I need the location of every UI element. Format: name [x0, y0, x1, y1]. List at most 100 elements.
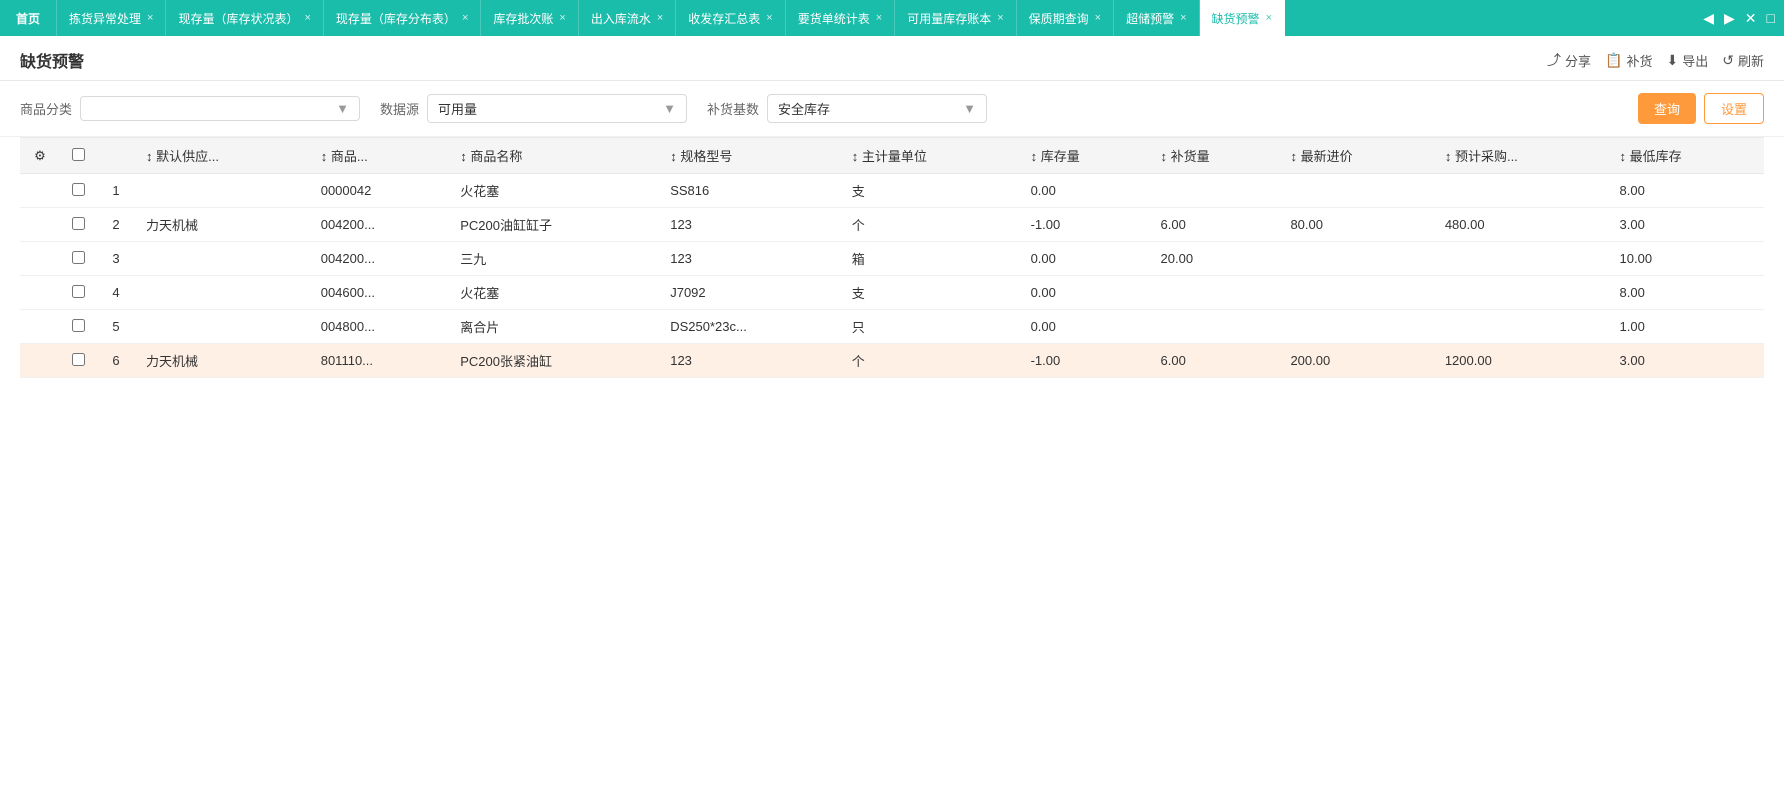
- share-button[interactable]: ⤴ 分享: [1547, 50, 1591, 70]
- row-min-stock: 8.00: [1610, 276, 1764, 310]
- row-est-purchase: [1435, 276, 1610, 310]
- col-stock-qty[interactable]: ↕ 库存量: [1021, 138, 1151, 174]
- col-product-code[interactable]: ↕ 商品...: [311, 138, 450, 174]
- row-supplier: [136, 174, 311, 208]
- select-all-checkbox[interactable]: [72, 148, 85, 161]
- tab-close-icon[interactable]: ×: [997, 12, 1003, 24]
- row-checkbox-cell[interactable]: [60, 174, 96, 208]
- tab-close-icon[interactable]: ×: [147, 12, 153, 24]
- tab-close-icon[interactable]: ×: [657, 12, 663, 24]
- page-title: 缺货预警: [20, 48, 84, 72]
- restock-base-select[interactable]: 安全库存 ▼: [767, 94, 987, 123]
- tab-close-icon[interactable]: ×: [304, 12, 310, 24]
- category-label: 商品分类: [20, 99, 72, 118]
- row-product-code: 0000042: [311, 174, 450, 208]
- row-stock-qty: -1.00: [1021, 208, 1151, 242]
- query-button[interactable]: 查询: [1638, 93, 1696, 124]
- row-product-code: 004200...: [311, 242, 450, 276]
- restock-button[interactable]: 📋 补货: [1605, 51, 1652, 70]
- table-container: ⚙ ↕ 默认供应... ↕ 商品... ↕ 商品名称 ↕ 规格型号: [0, 137, 1784, 378]
- tab-close-btn[interactable]: ✕: [1740, 6, 1762, 31]
- col-checkbox-all[interactable]: [60, 138, 96, 174]
- tab-close-icon[interactable]: ×: [766, 12, 772, 24]
- row-product-code: 004200...: [311, 208, 450, 242]
- restock-base-arrow-icon: ▼: [963, 101, 976, 116]
- tab-close-icon[interactable]: ×: [462, 12, 468, 24]
- row-product-name: PC200油缸缸子: [450, 208, 660, 242]
- row-num: 1: [96, 174, 136, 208]
- col-est-purchase[interactable]: ↕ 预计采购...: [1435, 138, 1610, 174]
- row-product-name: 火花塞: [450, 174, 660, 208]
- category-select[interactable]: ▼: [80, 96, 360, 121]
- tab-close-icon[interactable]: ×: [559, 12, 565, 24]
- row-latest-price: [1280, 242, 1434, 276]
- row-est-purchase: [1435, 174, 1610, 208]
- tab-batch[interactable]: 库存批次账 ×: [481, 0, 578, 36]
- row-checkbox-5[interactable]: [72, 353, 85, 366]
- share-icon: ⤴: [1547, 50, 1561, 70]
- row-unit: 个: [842, 208, 1021, 242]
- tab-close-icon[interactable]: ×: [1095, 12, 1101, 24]
- tab-exception[interactable]: 拣货异常处理 ×: [57, 0, 166, 36]
- table-header-row: ⚙ ↕ 默认供应... ↕ 商品... ↕ 商品名称 ↕ 规格型号: [20, 138, 1764, 174]
- tab-close-icon[interactable]: ×: [1266, 12, 1272, 24]
- col-spec[interactable]: ↕ 规格型号: [660, 138, 842, 174]
- col-default-supplier[interactable]: ↕ 默认供应...: [136, 138, 311, 174]
- row-product-name: 火花塞: [450, 276, 660, 310]
- tab-expand-btn[interactable]: □: [1762, 6, 1780, 30]
- tab-stock-dist[interactable]: 现存量（库存分布表） ×: [324, 0, 481, 36]
- row-checkbox-0[interactable]: [72, 183, 85, 196]
- col-latest-price[interactable]: ↕ 最新进价: [1280, 138, 1434, 174]
- row-est-purchase: [1435, 242, 1610, 276]
- row-num: 6: [96, 344, 136, 378]
- col-restock-qty[interactable]: ↕ 补货量: [1151, 138, 1281, 174]
- row-spec: SS816: [660, 174, 842, 208]
- row-checkbox-cell[interactable]: [60, 208, 96, 242]
- tab-close-icon[interactable]: ×: [1180, 12, 1186, 24]
- settings-button[interactable]: 设置: [1704, 93, 1764, 124]
- row-latest-price: 80.00: [1280, 208, 1434, 242]
- header-actions: ⤴ 分享 📋 补货 ⬇ 导出 ↺ 刷新: [1547, 50, 1764, 70]
- row-restock-qty: 6.00: [1151, 208, 1281, 242]
- row-checkbox-2[interactable]: [72, 251, 85, 264]
- col-product-name[interactable]: ↕ 商品名称: [450, 138, 660, 174]
- row-product-name: 三九: [450, 242, 660, 276]
- tab-order-stat[interactable]: 要货单统计表 ×: [786, 0, 895, 36]
- col-min-stock[interactable]: ↕ 最低库存: [1610, 138, 1764, 174]
- tab-available-ledger[interactable]: 可用量库存账本 ×: [895, 0, 1016, 36]
- row-product-code: 004600...: [311, 276, 450, 310]
- col-gear[interactable]: ⚙: [20, 138, 60, 174]
- row-product-code: 801110...: [311, 344, 450, 378]
- row-checkbox-cell[interactable]: [60, 344, 96, 378]
- tab-next-btn[interactable]: ▶: [1719, 6, 1740, 31]
- col-num: [96, 138, 136, 174]
- datasource-select[interactable]: 可用量 ▼: [427, 94, 687, 123]
- row-checkbox-1[interactable]: [72, 217, 85, 230]
- col-unit[interactable]: ↕ 主计量单位: [842, 138, 1021, 174]
- tab-shortage[interactable]: 缺货预警 ×: [1200, 0, 1285, 36]
- tab-prev-btn[interactable]: ◀: [1698, 6, 1719, 31]
- row-checkbox-3[interactable]: [72, 285, 85, 298]
- category-arrow-icon: ▼: [336, 101, 349, 116]
- tab-collect[interactable]: 收发存汇总表 ×: [676, 0, 785, 36]
- row-checkbox-cell[interactable]: [60, 276, 96, 310]
- table-row: 10000042火花塞SS816支0.008.00: [20, 174, 1764, 208]
- row-unit: 个: [842, 344, 1021, 378]
- export-icon: ⬇: [1667, 52, 1679, 69]
- row-checkbox-cell[interactable]: [60, 310, 96, 344]
- tab-stock-status[interactable]: 现存量（库存状况表） ×: [166, 0, 323, 36]
- row-latest-price: [1280, 310, 1434, 344]
- row-supplier: [136, 242, 311, 276]
- tab-home[interactable]: 首页: [0, 0, 57, 36]
- row-gear-cell: [20, 208, 60, 242]
- tab-expiry[interactable]: 保质期查询 ×: [1017, 0, 1114, 36]
- tab-inout-flow[interactable]: 出入库流水 ×: [579, 0, 676, 36]
- tab-close-icon[interactable]: ×: [876, 12, 882, 24]
- refresh-button[interactable]: ↺ 刷新: [1722, 51, 1764, 70]
- row-restock-qty: [1151, 174, 1281, 208]
- row-checkbox-4[interactable]: [72, 319, 85, 332]
- export-button[interactable]: ⬇ 导出: [1667, 51, 1709, 70]
- row-checkbox-cell[interactable]: [60, 242, 96, 276]
- row-min-stock: 8.00: [1610, 174, 1764, 208]
- tab-overstock[interactable]: 超储预警 ×: [1114, 0, 1199, 36]
